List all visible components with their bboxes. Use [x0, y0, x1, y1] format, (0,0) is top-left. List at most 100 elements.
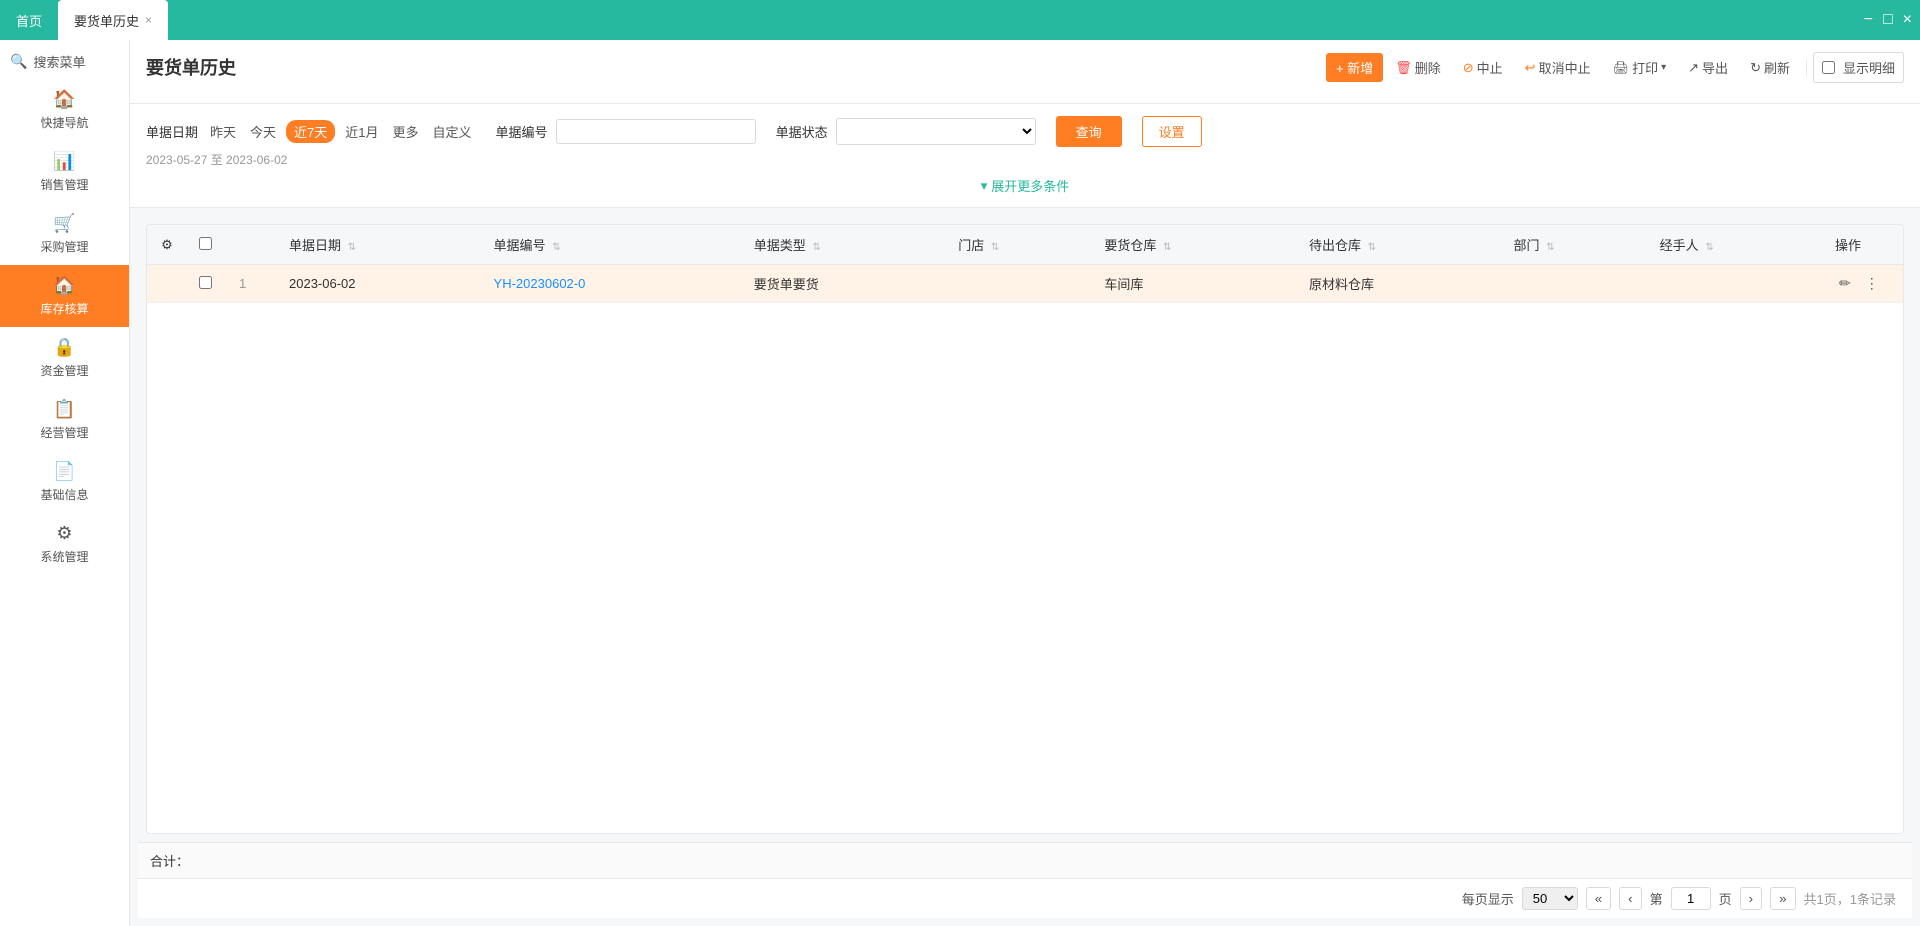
purchase-icon: 🛒	[53, 213, 75, 234]
main-content: 要货单历史 + 新增 🗑 删除 ⊘ 中止 ↩ 取消中止	[130, 40, 1920, 926]
expand-icon: ▾	[981, 178, 988, 194]
th-settings[interactable]: ⚙	[147, 225, 187, 265]
req-warehouse-sort-icon[interactable]: ⇅	[1163, 242, 1171, 253]
status-select[interactable]	[836, 118, 1036, 145]
expand-more-label: 展开更多条件	[991, 176, 1069, 195]
td-checkbox[interactable]	[187, 265, 227, 303]
select-all-checkbox[interactable]	[199, 237, 212, 250]
prev-page-btn[interactable]: ‹	[1619, 887, 1641, 910]
sidebar-search-label: 搜索菜单	[33, 52, 85, 71]
top-bar: 首页 要货单历史 × − □ ×	[0, 0, 1920, 40]
next-page-btn[interactable]: ›	[1740, 887, 1762, 910]
export-button[interactable]: ↗ 导出	[1678, 53, 1738, 82]
maximize-icon[interactable]: □	[1883, 11, 1893, 29]
td-settings	[147, 265, 187, 303]
shortcut-yesterday[interactable]: 昨天	[206, 120, 240, 143]
th-handler[interactable]: 经手人 ⇅	[1648, 225, 1823, 265]
status-label: 单据状态	[776, 122, 828, 141]
th-action: 操作	[1823, 225, 1903, 265]
stop-button[interactable]: ⊘ 中止	[1453, 53, 1513, 82]
sidebar-item-basic-info-label: 基础信息	[40, 486, 88, 503]
tab-home-label: 首页	[16, 11, 42, 30]
last-page-btn[interactable]: »	[1770, 887, 1795, 910]
tab-requisition-label: 要货单历史	[74, 11, 139, 30]
doc-number-input[interactable]	[556, 119, 756, 144]
tab-requisition-history[interactable]: 要货单历史 ×	[58, 0, 168, 40]
query-button[interactable]: 查询	[1056, 116, 1122, 147]
page-number-input[interactable]	[1671, 887, 1711, 910]
sidebar-item-finance[interactable]: 🔒 资金管理	[0, 327, 129, 389]
page-size-label: 每页显示	[1462, 889, 1514, 908]
row-more-icon[interactable]: ⋮	[1861, 273, 1883, 294]
minimize-icon[interactable]: −	[1864, 11, 1873, 29]
doc-number-link[interactable]: YH-20230602-0	[494, 276, 586, 291]
sidebar-item-operations[interactable]: 📋 经营管理	[0, 389, 129, 451]
table-header-row: ⚙ 单据日期 ⇅ 单据编号 ⇅	[147, 225, 1903, 265]
cancel-stop-icon: ↩	[1525, 60, 1536, 76]
doc-number-filter-group: 单据编号	[496, 119, 756, 144]
print-chevron-icon: ▾	[1661, 62, 1666, 73]
th-checkbox[interactable]	[187, 225, 227, 265]
print-button-label: 打印	[1632, 58, 1658, 77]
sidebar-item-purchase[interactable]: 🛒 采购管理	[0, 203, 129, 265]
date-range-display: 2023-05-27 至 2023-06-02	[146, 153, 287, 167]
doc-number-sort-icon[interactable]: ⇅	[552, 242, 560, 253]
shortcut-custom[interactable]: 自定义	[429, 120, 476, 143]
th-req-warehouse[interactable]: 要货仓库 ⇅	[1092, 225, 1297, 265]
th-pending-warehouse[interactable]: 待出仓库 ⇅	[1297, 225, 1502, 265]
sidebar-item-inventory[interactable]: 🏠 库存核算	[0, 265, 129, 327]
td-number: 1	[227, 265, 277, 303]
delete-button[interactable]: 🗑 删除	[1385, 53, 1451, 82]
filter-row-1: 单据日期 昨天 今天 近7天 近1月 更多 自定义 单据编号	[146, 116, 1904, 147]
settings-button[interactable]: 设置	[1142, 116, 1202, 147]
print-button[interactable]: 🖨 打印 ▾	[1603, 53, 1677, 82]
display-detail-toggle[interactable]: 显示明细	[1813, 52, 1904, 83]
sidebar-item-system[interactable]: ⚙ 系统管理	[0, 513, 129, 575]
display-detail-checkbox[interactable]	[1822, 61, 1835, 74]
page-suffix: 页	[1719, 889, 1732, 908]
handler-sort-icon[interactable]: ⇅	[1705, 242, 1713, 253]
shortcut-last1month[interactable]: 近1月	[341, 120, 382, 143]
page-label: 第	[1650, 889, 1663, 908]
page-size-select[interactable]: 20 50 100	[1522, 887, 1578, 910]
row-checkbox[interactable]	[199, 276, 212, 289]
date-filter-group: 单据日期 昨天 今天 近7天 近1月 更多 自定义	[146, 120, 476, 143]
query-button-label: 查询	[1076, 122, 1102, 141]
shortcut-last7days[interactable]: 近7天	[286, 120, 335, 143]
department-sort-icon[interactable]: ⇅	[1546, 242, 1554, 253]
doc-date-sort-icon[interactable]: ⇅	[348, 242, 356, 253]
tab-home[interactable]: 首页	[0, 0, 58, 40]
sales-icon: 📊	[53, 151, 75, 172]
th-doc-type[interactable]: 单据类型 ⇅	[742, 225, 947, 265]
tab-close-icon[interactable]: ×	[145, 13, 152, 27]
refresh-icon: ↻	[1750, 60, 1761, 76]
sidebar-item-quick-nav[interactable]: 🏠 快捷导航	[0, 79, 129, 141]
window-controls: − □ ×	[1864, 11, 1912, 29]
refresh-button[interactable]: ↻ 刷新	[1740, 53, 1800, 82]
store-sort-icon[interactable]: ⇅	[991, 242, 999, 253]
cancel-stop-button[interactable]: ↩ 取消中止	[1515, 53, 1601, 82]
new-button[interactable]: + 新增	[1326, 53, 1383, 82]
td-req-warehouse: 车间库	[1092, 265, 1297, 303]
th-department[interactable]: 部门 ⇅	[1502, 225, 1648, 265]
pending-warehouse-sort-icon[interactable]: ⇅	[1368, 242, 1376, 253]
shortcut-more[interactable]: 更多	[389, 120, 423, 143]
sidebar-search[interactable]: 🔍 搜索菜单	[0, 44, 129, 79]
sidebar-item-sales-label: 销售管理	[40, 176, 88, 193]
sidebar-item-basic-info[interactable]: 📄 基础信息	[0, 451, 129, 513]
th-doc-date[interactable]: 单据日期 ⇅	[277, 225, 482, 265]
print-icon: 🖨	[1613, 60, 1630, 76]
td-doc-number[interactable]: YH-20230602-0	[482, 265, 742, 303]
row-edit-icon[interactable]: ✏	[1835, 273, 1855, 294]
doc-type-sort-icon[interactable]: ⇅	[812, 242, 820, 253]
th-store[interactable]: 门店 ⇅	[946, 225, 1092, 265]
shortcut-today[interactable]: 今天	[246, 120, 280, 143]
expand-more-btn[interactable]: ▾ 展开更多条件	[146, 176, 1904, 195]
th-doc-number[interactable]: 单据编号 ⇅	[482, 225, 742, 265]
sidebar-item-sales[interactable]: 📊 销售管理	[0, 141, 129, 203]
td-handler	[1648, 265, 1823, 303]
first-page-btn[interactable]: «	[1586, 887, 1611, 910]
sidebar-item-finance-label: 资金管理	[40, 362, 88, 379]
close-window-icon[interactable]: ×	[1903, 11, 1912, 29]
delete-button-label: 删除	[1415, 58, 1441, 77]
